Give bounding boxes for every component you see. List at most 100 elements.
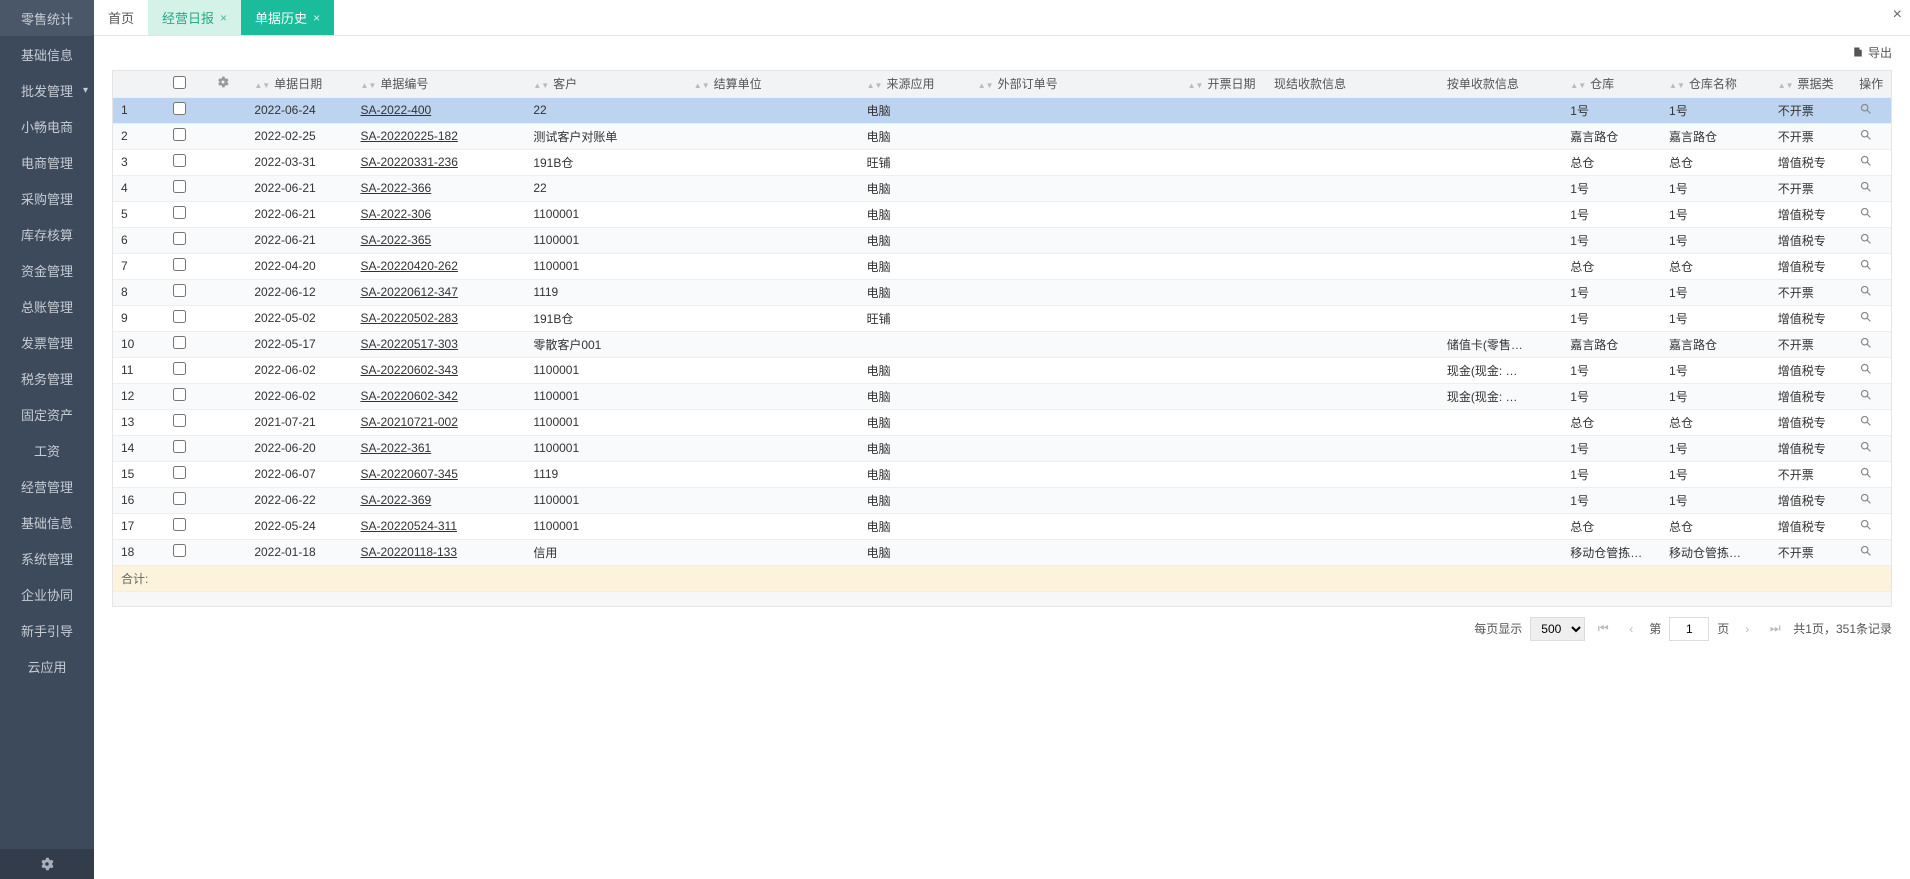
row-checkbox[interactable] [173, 440, 186, 453]
row-checkbox[interactable] [173, 466, 186, 479]
sidebar-settings-button[interactable] [0, 849, 94, 879]
sidebar-item-12[interactable]: 工资 [0, 432, 94, 468]
table-row[interactable]: 162022-06-22SA-2022-3691100001电脑1号1号增值税专 [113, 487, 1891, 513]
first-page-button[interactable]: ⏮ [1593, 619, 1613, 639]
doc-link[interactable]: SA-20220225-182 [360, 129, 457, 143]
sidebar-item-6[interactable]: 库存核算 [0, 216, 94, 252]
doc-link[interactable]: SA-20220602-343 [360, 363, 457, 377]
table-row[interactable]: 22022-02-25SA-20220225-182测试客户对账单电脑嘉言路仓嘉… [113, 123, 1891, 149]
col-bill-date[interactable]: ▲▼开票日期 [1180, 71, 1266, 97]
row-action[interactable] [1851, 513, 1891, 539]
table-row[interactable]: 62022-06-21SA-2022-3651100001电脑1号1号增值税专 [113, 227, 1891, 253]
row-action[interactable] [1851, 383, 1891, 409]
row-checkbox[interactable] [173, 544, 186, 557]
sidebar-item-16[interactable]: 企业协同 [0, 576, 94, 612]
table-row[interactable]: 92022-05-02SA-20220502-283191B仓旺铺1号1号增值税… [113, 305, 1891, 331]
table-row[interactable]: 52022-06-21SA-2022-3061100001电脑1号1号增值税专 [113, 201, 1891, 227]
row-checkbox[interactable] [173, 258, 186, 271]
doc-link[interactable]: SA-20220612-347 [360, 285, 457, 299]
sidebar-item-3[interactable]: 小畅电商 [0, 108, 94, 144]
doc-link[interactable]: SA-20210721-002 [360, 415, 457, 429]
doc-link[interactable]: SA-20220517-303 [360, 337, 457, 351]
row-checkbox[interactable] [173, 388, 186, 401]
doc-link[interactable]: SA-20220420-262 [360, 259, 457, 273]
col-checkbox[interactable] [165, 71, 209, 97]
col-doc-date[interactable]: ▲▼单据日期 [246, 71, 352, 97]
next-page-button[interactable]: › [1737, 619, 1757, 639]
sidebar-item-7[interactable]: 资金管理 [0, 252, 94, 288]
col-ext-order[interactable]: ▲▼外部订单号 [970, 71, 1180, 97]
doc-link[interactable]: SA-2022-365 [360, 233, 431, 247]
col-doc-no[interactable]: ▲▼单据编号 [352, 71, 525, 97]
sidebar-item-9[interactable]: 发票管理 [0, 324, 94, 360]
sidebar-item-18[interactable]: 云应用 [0, 648, 94, 684]
col-settings[interactable] [209, 71, 246, 97]
row-action[interactable] [1851, 539, 1891, 565]
close-icon[interactable]: × [220, 11, 227, 25]
table-row[interactable]: 72022-04-20SA-20220420-2621100001电脑总仓总仓增… [113, 253, 1891, 279]
close-icon[interactable]: × [313, 11, 320, 25]
row-action[interactable] [1851, 97, 1891, 123]
row-action[interactable] [1851, 461, 1891, 487]
row-checkbox[interactable] [173, 102, 186, 115]
tab-daily-report[interactable]: 经营日报 × [148, 0, 241, 35]
sidebar-item-10[interactable]: 税务管理 [0, 360, 94, 396]
sidebar-item-0[interactable]: 零售统计 [0, 0, 94, 36]
sidebar-item-1[interactable]: 基础信息 [0, 36, 94, 72]
table-row[interactable]: 122022-06-02SA-20220602-3421100001电脑现金(现… [113, 383, 1891, 409]
col-customer[interactable]: ▲▼客户 [525, 71, 685, 97]
row-action[interactable] [1851, 149, 1891, 175]
export-button[interactable]: 导出 [1852, 44, 1892, 61]
row-action[interactable] [1851, 357, 1891, 383]
doc-link[interactable]: SA-20220524-311 [360, 519, 457, 533]
row-checkbox[interactable] [173, 180, 186, 193]
table-row[interactable]: 12022-06-24SA-2022-40022电脑1号1号不开票 [113, 97, 1891, 123]
doc-link[interactable]: SA-2022-400 [360, 103, 431, 117]
sidebar-item-17[interactable]: 新手引导 [0, 612, 94, 648]
row-checkbox[interactable] [173, 492, 186, 505]
table-row[interactable]: 112022-06-02SA-20220602-3431100001电脑现金(现… [113, 357, 1891, 383]
table-row[interactable]: 152022-06-07SA-20220607-3451119电脑1号1号不开票 [113, 461, 1891, 487]
table-row[interactable]: 172022-05-24SA-20220524-3111100001电脑总仓总仓… [113, 513, 1891, 539]
row-action[interactable] [1851, 435, 1891, 461]
row-checkbox[interactable] [173, 154, 186, 167]
doc-link[interactable]: SA-20220502-283 [360, 311, 457, 325]
row-action[interactable] [1851, 253, 1891, 279]
doc-link[interactable]: SA-2022-369 [360, 493, 431, 507]
last-page-button[interactable]: ⏭ [1765, 619, 1785, 639]
row-action[interactable] [1851, 227, 1891, 253]
sidebar-item-8[interactable]: 总账管理 [0, 288, 94, 324]
sidebar-item-14[interactable]: 基础信息 [0, 504, 94, 540]
sidebar-item-15[interactable]: 系统管理 [0, 540, 94, 576]
table-row[interactable]: 32022-03-31SA-20220331-236191B仓旺铺总仓总仓增值税… [113, 149, 1891, 175]
col-warehouse[interactable]: ▲▼仓库 [1562, 71, 1661, 97]
row-checkbox[interactable] [173, 232, 186, 245]
row-action[interactable] [1851, 409, 1891, 435]
row-action[interactable] [1851, 123, 1891, 149]
select-all-checkbox[interactable] [173, 76, 186, 89]
col-pay-info[interactable]: 按单收款信息 [1439, 71, 1562, 97]
row-checkbox[interactable] [173, 414, 186, 427]
table-row[interactable]: 142022-06-20SA-2022-3611100001电脑1号1号增值税专 [113, 435, 1891, 461]
row-action[interactable] [1851, 305, 1891, 331]
table-row[interactable]: 42022-06-21SA-2022-36622电脑1号1号不开票 [113, 175, 1891, 201]
doc-link[interactable]: SA-20220331-236 [360, 155, 457, 169]
doc-link[interactable]: SA-20220607-345 [360, 467, 457, 481]
row-checkbox[interactable] [173, 518, 186, 531]
per-page-select[interactable]: 500 [1530, 617, 1585, 641]
row-checkbox[interactable] [173, 310, 186, 323]
table-row[interactable]: 182022-01-18SA-20220118-133信用电脑移动仓管拣…移动仓… [113, 539, 1891, 565]
row-checkbox[interactable] [173, 128, 186, 141]
row-action[interactable] [1851, 175, 1891, 201]
row-action[interactable] [1851, 487, 1891, 513]
sidebar-item-13[interactable]: 经营管理 [0, 468, 94, 504]
doc-link[interactable]: SA-2022-306 [360, 207, 431, 221]
tab-home[interactable]: 首页 [94, 0, 148, 35]
sidebar-item-5[interactable]: 采购管理 [0, 180, 94, 216]
row-checkbox[interactable] [173, 362, 186, 375]
col-invoice-type[interactable]: ▲▼票据类 [1770, 71, 1851, 97]
col-warehouse-name[interactable]: ▲▼仓库名称 [1661, 71, 1770, 97]
horizontal-scrollbar[interactable] [113, 592, 1891, 606]
close-all-tabs-icon[interactable]: × [1893, 6, 1902, 24]
row-action[interactable] [1851, 279, 1891, 305]
